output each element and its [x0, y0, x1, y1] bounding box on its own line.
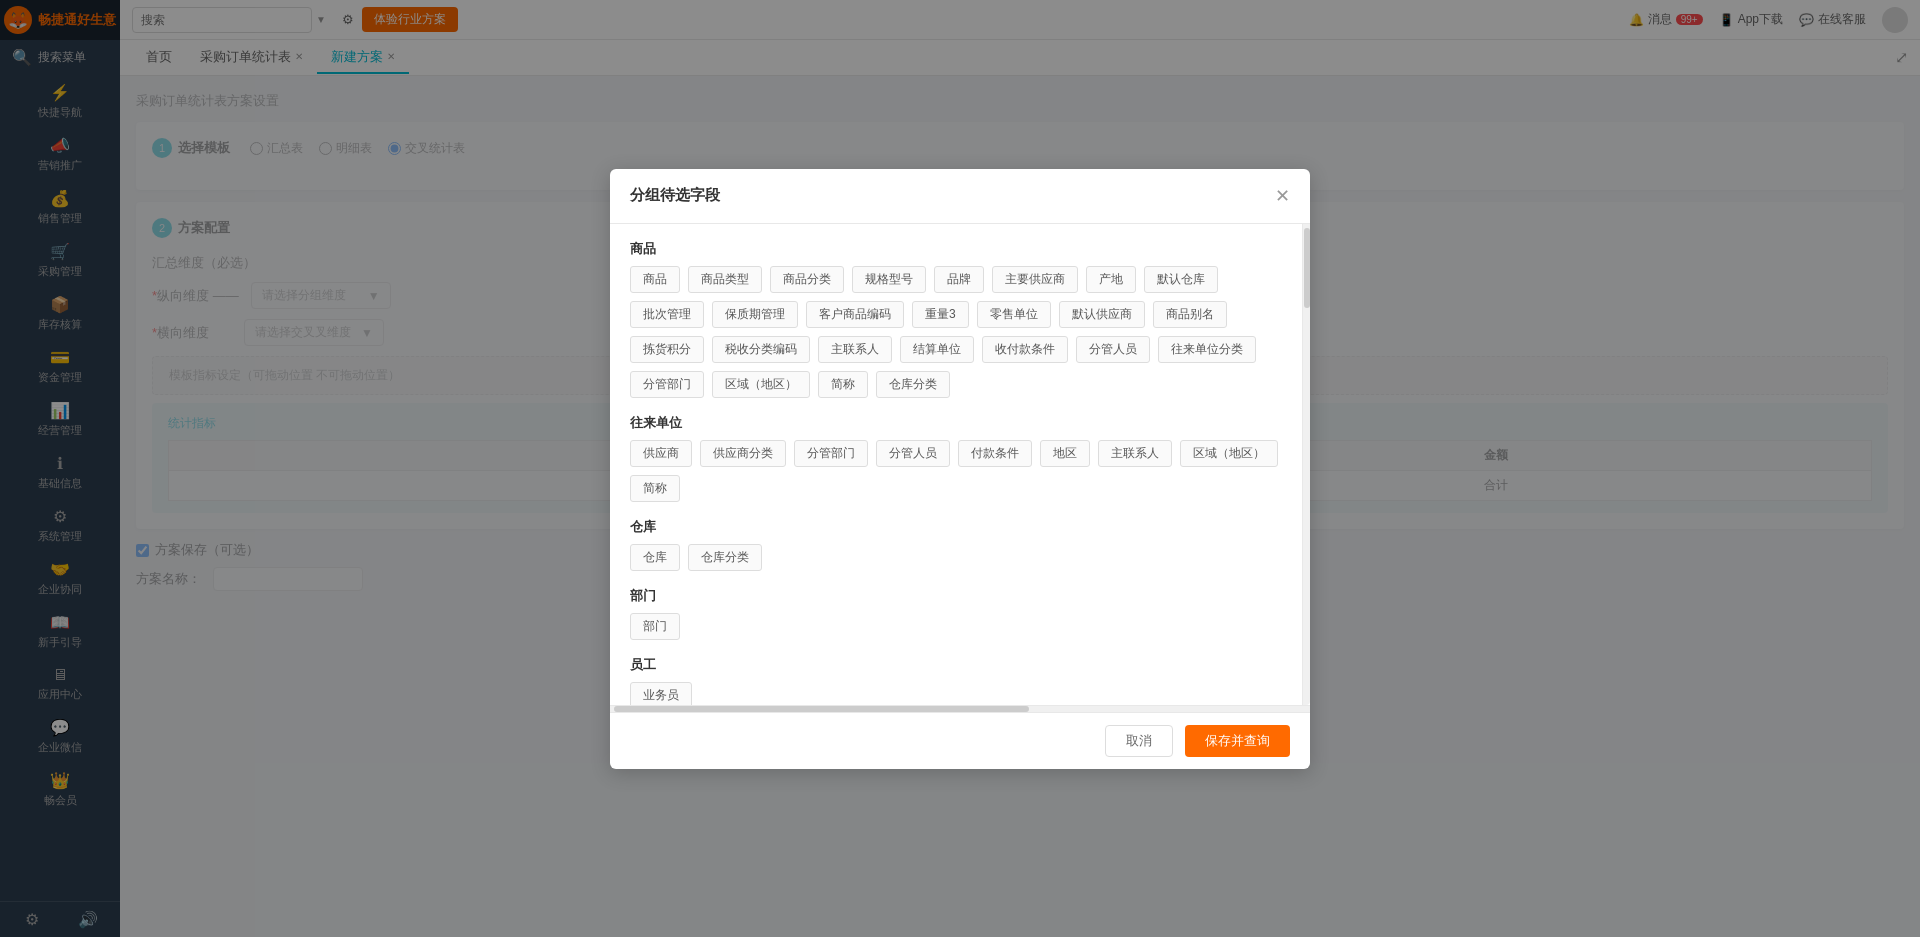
field-tag[interactable]: 拣货积分 — [630, 336, 704, 363]
field-tag[interactable]: 业务员 — [630, 682, 692, 705]
field-tag[interactable]: 主联系人 — [818, 336, 892, 363]
field-tag[interactable]: 主要供应商 — [992, 266, 1078, 293]
field-tags: 仓库仓库分类 — [630, 544, 1282, 571]
field-tag[interactable]: 付款条件 — [958, 440, 1032, 467]
modal-body: 商品商品商品类型商品分类规格型号品牌主要供应商产地默认仓库批次管理保质期管理客户… — [610, 224, 1302, 705]
field-tag[interactable]: 默认供应商 — [1059, 301, 1145, 328]
field-tag[interactable]: 区域（地区） — [1180, 440, 1278, 467]
field-tag[interactable]: 商品 — [630, 266, 680, 293]
field-tag[interactable]: 收付款条件 — [982, 336, 1068, 363]
field-tag[interactable]: 商品分类 — [770, 266, 844, 293]
field-tag[interactable]: 仓库分类 — [876, 371, 950, 398]
field-section-往来单位: 往来单位供应商供应商分类分管部门分管人员付款条件地区主联系人区域（地区） 简称 — [630, 414, 1282, 502]
field-tag[interactable]: 结算单位 — [900, 336, 974, 363]
field-tag[interactable]: 客户商品编码 — [806, 301, 904, 328]
field-tag[interactable]: 地区 — [1040, 440, 1090, 467]
field-section-商品: 商品商品商品类型商品分类规格型号品牌主要供应商产地默认仓库批次管理保质期管理客户… — [630, 240, 1282, 398]
field-tag[interactable]: 默认仓库 — [1144, 266, 1218, 293]
field-tags: 部门 — [630, 613, 1282, 640]
field-section-title: 商品 — [630, 240, 1282, 258]
field-tag[interactable]: 主联系人 — [1098, 440, 1172, 467]
field-tags: 业务员 — [630, 682, 1282, 705]
field-tag[interactable]: 商品别名 — [1153, 301, 1227, 328]
field-tags: 供应商供应商分类分管部门分管人员付款条件地区主联系人区域（地区） 简称 — [630, 440, 1282, 502]
field-section-title: 仓库 — [630, 518, 1282, 536]
field-section-title: 部门 — [630, 587, 1282, 605]
field-select-modal: 分组待选字段 ✕ 商品商品商品类型商品分类规格型号品牌主要供应商产地默认仓库批次… — [610, 169, 1310, 769]
field-section-仓库: 仓库仓库仓库分类 — [630, 518, 1282, 571]
field-section-title: 往来单位 — [630, 414, 1282, 432]
field-tag[interactable]: 批次管理 — [630, 301, 704, 328]
field-tag[interactable]: 仓库 — [630, 544, 680, 571]
modal-title: 分组待选字段 — [630, 186, 720, 205]
field-section-title: 员工 — [630, 656, 1282, 674]
field-tags: 商品商品类型商品分类规格型号品牌主要供应商产地默认仓库批次管理保质期管理客户商品… — [630, 266, 1282, 398]
field-tag[interactable]: 供应商分类 — [700, 440, 786, 467]
modal-close-icon[interactable]: ✕ — [1275, 185, 1290, 207]
modal-scrollbar[interactable] — [1302, 224, 1310, 705]
modal-footer: 取消 保存并查询 — [610, 712, 1310, 769]
field-tag[interactable]: 分管人员 — [876, 440, 950, 467]
field-tag[interactable]: 产地 — [1086, 266, 1136, 293]
modal-header: 分组待选字段 ✕ — [610, 169, 1310, 224]
field-tag[interactable]: 品牌 — [934, 266, 984, 293]
field-tag[interactable]: 部门 — [630, 613, 680, 640]
field-section-员工: 员工业务员 — [630, 656, 1282, 705]
field-tag[interactable]: 往来单位分类 — [1158, 336, 1256, 363]
field-tag[interactable]: 简称 — [818, 371, 868, 398]
field-tag[interactable]: 仓库分类 — [688, 544, 762, 571]
field-tag[interactable]: 保质期管理 — [712, 301, 798, 328]
field-tag[interactable]: 简称 — [630, 475, 680, 502]
field-tag[interactable]: 分管部门 — [630, 371, 704, 398]
confirm-button[interactable]: 保存并查询 — [1185, 725, 1290, 757]
field-tag[interactable]: 税收分类编码 — [712, 336, 810, 363]
field-tag[interactable]: 零售单位 — [977, 301, 1051, 328]
field-tag[interactable]: 分管部门 — [794, 440, 868, 467]
field-tag[interactable]: 规格型号 — [852, 266, 926, 293]
modal-scrollbar-thumb — [1304, 228, 1310, 308]
field-tag[interactable]: 供应商 — [630, 440, 692, 467]
field-tag[interactable]: 重量3 — [912, 301, 969, 328]
field-tag[interactable]: 商品类型 — [688, 266, 762, 293]
cancel-button[interactable]: 取消 — [1105, 725, 1173, 757]
field-tag[interactable]: 分管人员 — [1076, 336, 1150, 363]
field-tag[interactable]: 区域（地区） — [712, 371, 810, 398]
field-section-部门: 部门部门 — [630, 587, 1282, 640]
modal-hscrollbar[interactable] — [610, 705, 1310, 712]
